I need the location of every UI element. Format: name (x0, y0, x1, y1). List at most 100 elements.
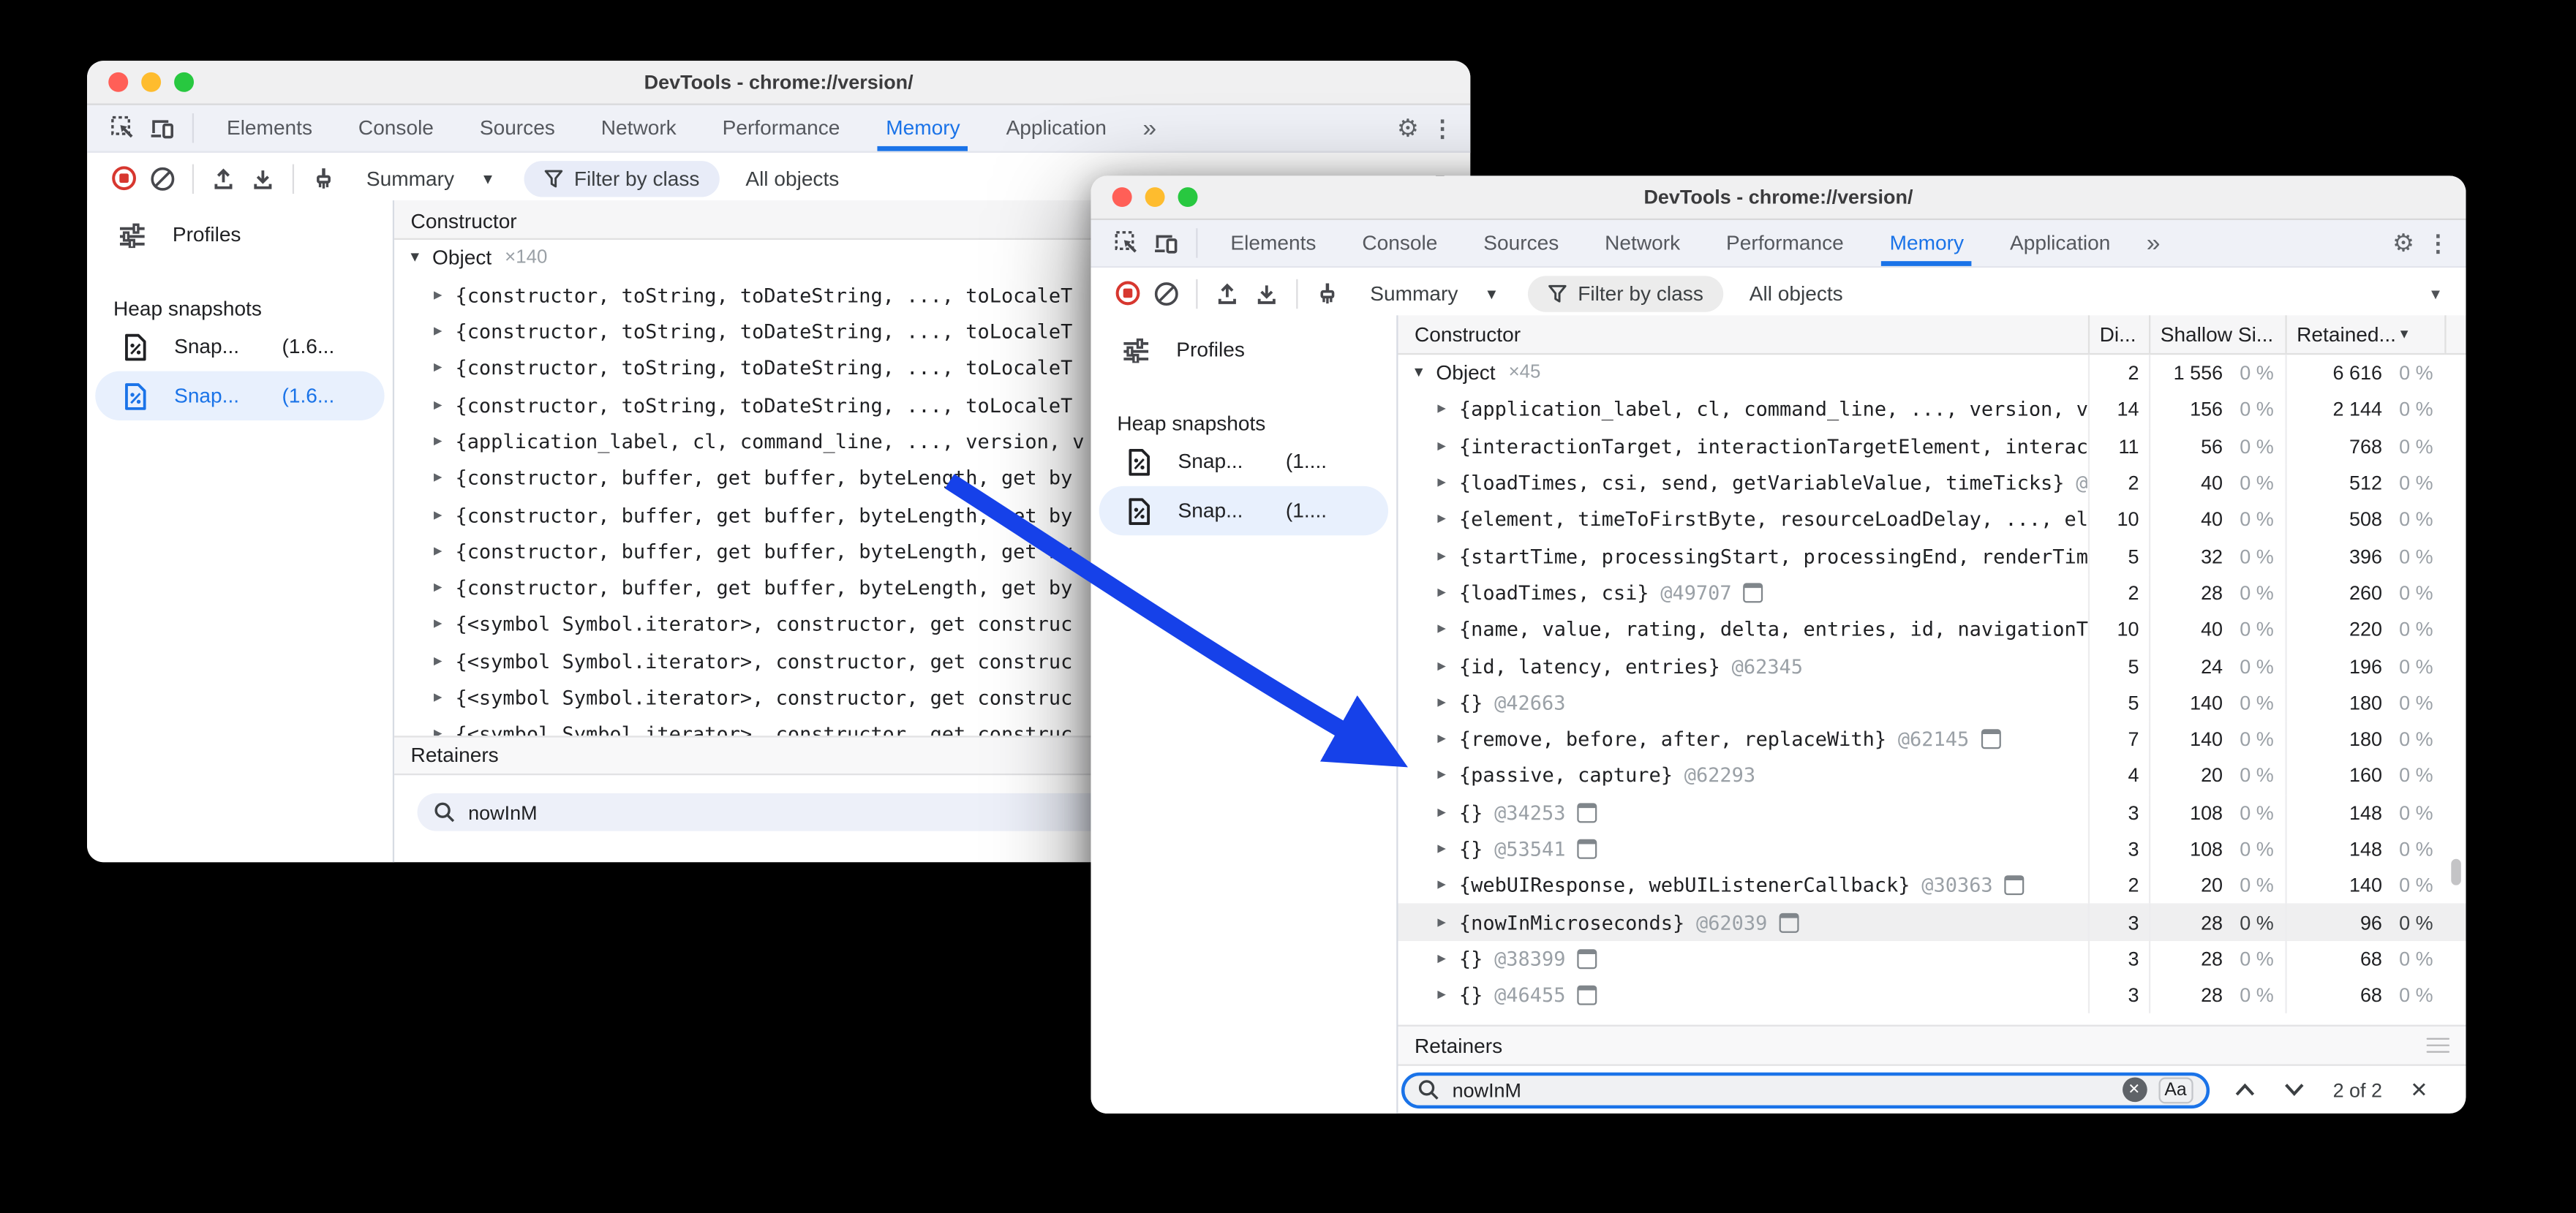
heap-object-row[interactable]: ▶ {passive, capture} @62293 4 20 0 % 160 0… (1398, 757, 2466, 795)
object-root-row[interactable]: ▼ Object ×45 2 1 556 0 % 6 616 0 % (1398, 355, 2466, 392)
filter-by-class-pill[interactable]: Filter by class (524, 160, 720, 197)
expand-triangle-icon[interactable]: ▶ (1437, 401, 1446, 417)
expand-triangle-icon[interactable]: ▶ (434, 470, 442, 486)
devtools-tab[interactable]: Performance (1703, 220, 1867, 266)
reveal-in-window-icon[interactable] (1980, 729, 2000, 749)
objects-filter-caret-icon[interactable]: ▼ (2428, 285, 2443, 301)
titlebar[interactable]: DevTools - chrome://version/ (1091, 175, 2466, 220)
expand-triangle-icon[interactable]: ▶ (1437, 987, 1446, 1003)
reveal-in-window-icon[interactable] (2004, 875, 2025, 896)
expand-triangle-icon[interactable]: ▶ (434, 507, 442, 523)
heap-object-row[interactable]: ▶ {webUIResponse, webUIListenerCallback}… (1398, 867, 2466, 904)
objects-filter-select[interactable]: All objects (1750, 281, 1843, 304)
clear-profiles-icon[interactable] (143, 159, 182, 198)
device-toolbar-icon[interactable] (1147, 220, 1186, 266)
close-search-icon[interactable]: ✕ (2410, 1077, 2428, 1103)
heap-object-row[interactable]: ▶ {application_label, cl, command_line, … (1398, 391, 2466, 428)
device-toolbar-icon[interactable] (143, 105, 182, 151)
reveal-in-window-icon[interactable] (1577, 839, 1597, 859)
more-tabs-icon[interactable]: » (1129, 105, 1170, 151)
expand-triangle-icon[interactable]: ▶ (434, 434, 442, 450)
heap-snapshot-item[interactable]: Snap... (1.6... (95, 322, 384, 371)
heap-object-row[interactable]: ▶ {loadTimes, csi, send, getVariableValu… (1398, 464, 2466, 502)
expand-triangle-icon[interactable]: ▶ (1437, 731, 1446, 747)
collapse-triangle-icon[interactable]: ▼ (411, 250, 420, 266)
clean-garbage-icon[interactable] (304, 159, 344, 198)
devtools-tab[interactable]: Sources (1461, 220, 1582, 266)
retainers-bar[interactable]: Retainers (1398, 1024, 2466, 1066)
expand-triangle-icon[interactable]: ▶ (1437, 877, 1446, 893)
devtools-tab[interactable]: Sources (456, 105, 578, 151)
expand-triangle-icon[interactable]: ▶ (1437, 548, 1446, 564)
load-profile-icon[interactable] (204, 159, 244, 198)
devtools-tab[interactable]: Memory (863, 105, 983, 151)
perspective-select[interactable]: Summary (366, 167, 454, 189)
clean-garbage-icon[interactable] (1308, 273, 1347, 313)
match-case-button[interactable]: Aa (2158, 1076, 2193, 1103)
heap-object-row[interactable]: ▶ {remove, before, after, replaceWith} @… (1398, 720, 2466, 758)
expand-triangle-icon[interactable]: ▶ (1437, 768, 1446, 784)
devtools-tab[interactable]: Application (983, 105, 1129, 151)
profiles-header[interactable]: Profiles (1091, 325, 1396, 374)
expand-triangle-icon[interactable]: ▶ (1437, 475, 1446, 491)
load-profile-icon[interactable] (1208, 273, 1247, 313)
retainers-menu-icon[interactable] (2426, 1038, 2450, 1054)
save-profile-icon[interactable] (243, 159, 282, 198)
expand-triangle-icon[interactable]: ▶ (1437, 438, 1446, 454)
expand-triangle-icon[interactable]: ▶ (434, 727, 442, 736)
heap-object-row[interactable]: ▶ {} @42663 5 140 0 % 180 0 % (1398, 684, 2466, 721)
expand-triangle-icon[interactable]: ▶ (1437, 621, 1446, 638)
minimize-window-button[interactable] (141, 72, 162, 92)
devtools-tab[interactable]: Performance (699, 105, 863, 151)
expand-triangle-icon[interactable]: ▶ (1437, 695, 1446, 711)
settings-gear-icon[interactable]: ⚙ (2384, 228, 2423, 257)
heap-object-row[interactable]: ▶ {} @38399 3 28 0 % 68 0 % (1398, 940, 2466, 978)
inspect-element-icon[interactable] (104, 105, 143, 151)
expand-triangle-icon[interactable]: ▶ (1437, 914, 1446, 930)
heap-snapshot-item[interactable]: Snap... (1.... (1099, 485, 1389, 536)
record-heap-icon[interactable] (1107, 273, 1147, 313)
retained-size-column-header[interactable]: Retained... ▼ (2285, 315, 2444, 353)
clear-search-icon[interactable]: ✕ (2122, 1077, 2147, 1103)
expand-triangle-icon[interactable]: ▶ (1437, 658, 1446, 674)
heap-snapshot-item[interactable]: Snap... (1.... (1099, 437, 1388, 485)
heap-object-row[interactable]: ▶ {name, value, rating, delta, entries, … (1398, 611, 2466, 648)
expand-triangle-icon[interactable]: ▶ (1437, 584, 1446, 600)
expand-triangle-icon[interactable]: ▶ (434, 580, 442, 596)
reveal-in-window-icon[interactable] (1577, 949, 1597, 969)
devtools-tab[interactable]: Network (578, 105, 699, 151)
more-tabs-icon[interactable]: » (2134, 220, 2174, 266)
profiles-header[interactable]: Profiles (87, 211, 393, 260)
heap-object-row[interactable]: ▶ {} @53541 3 108 0 % 148 0 % (1398, 831, 2466, 868)
clear-profiles-icon[interactable] (1147, 273, 1186, 313)
expand-triangle-icon[interactable]: ▶ (434, 543, 442, 559)
expand-triangle-icon[interactable]: ▶ (434, 397, 442, 413)
distance-column-header[interactable]: Di... (2087, 315, 2149, 353)
filter-by-class-pill[interactable]: Filter by class (1528, 275, 1723, 311)
expand-triangle-icon[interactable]: ▶ (1437, 951, 1446, 967)
devtools-tab[interactable]: Memory (1867, 220, 1986, 266)
expand-triangle-icon[interactable]: ▶ (1437, 511, 1446, 527)
devtools-tab[interactable]: Elements (204, 105, 336, 151)
kebab-menu-icon[interactable]: ⋮ (1428, 114, 1457, 142)
devtools-tab[interactable]: Console (335, 105, 456, 151)
expand-triangle-icon[interactable]: ▶ (434, 360, 442, 377)
search-input[interactable]: nowInM ✕ Aa (1401, 1072, 2210, 1108)
minimize-window-button[interactable] (1145, 187, 1165, 208)
expand-triangle-icon[interactable]: ▶ (1437, 804, 1446, 820)
reveal-in-window-icon[interactable] (1577, 986, 1597, 1006)
heap-object-row[interactable]: ▶ {interactionTarget, interactionTargetE… (1398, 428, 2466, 465)
reveal-in-window-icon[interactable] (1779, 912, 1799, 932)
heap-object-row[interactable]: ▶ {} @34253 3 108 0 % 148 0 % (1398, 794, 2466, 831)
expand-triangle-icon[interactable]: ▶ (434, 324, 442, 340)
shallow-size-column-header[interactable]: Shallow Si... (2148, 315, 2285, 353)
close-window-button[interactable] (108, 72, 129, 92)
vertical-scrollbar-thumb[interactable] (2451, 858, 2461, 885)
perspective-select[interactable]: Summary (1370, 281, 1458, 304)
perspective-caret-icon[interactable]: ▼ (481, 170, 495, 186)
expand-triangle-icon[interactable]: ▶ (434, 616, 442, 632)
reveal-in-window-icon[interactable] (1743, 583, 1763, 603)
constructor-column-header[interactable]: Constructor (1398, 322, 2087, 345)
perspective-caret-icon[interactable]: ▼ (1484, 285, 1499, 301)
zoom-window-button[interactable] (174, 72, 195, 92)
